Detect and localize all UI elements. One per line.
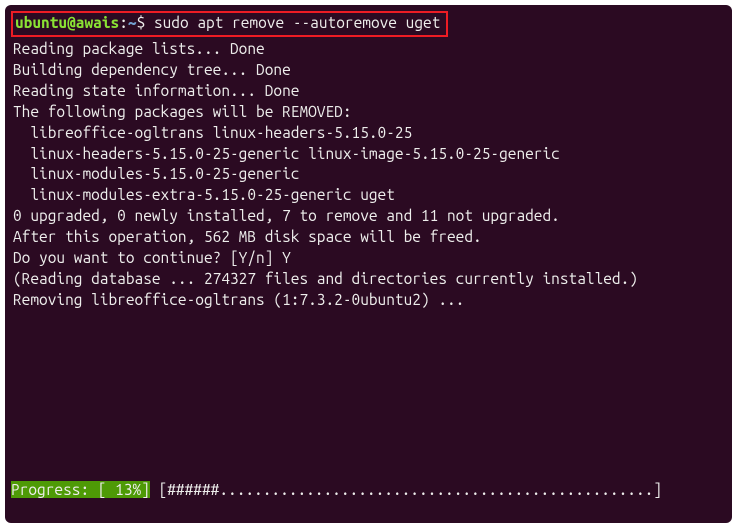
prompt-colon: : bbox=[119, 14, 128, 31]
prompt-symbol: $ bbox=[137, 14, 154, 31]
command-text: sudo apt remove --autoremove uget bbox=[154, 14, 440, 31]
prompt-line-highlighted: ubuntu@awais:~$ sudo apt remove --autore… bbox=[11, 11, 448, 37]
terminal-window: ubuntu@awais:~$ sudo apt remove --autore… bbox=[0, 0, 737, 528]
output-line: libreoffice-ogltrans linux-headers-5.15.… bbox=[11, 123, 726, 144]
terminal-pane[interactable]: ubuntu@awais:~$ sudo apt remove --autore… bbox=[5, 5, 732, 523]
prompt-at: @ bbox=[67, 14, 76, 31]
progress-percent: [ 13%] bbox=[89, 481, 150, 498]
progress-line: Progress: [ 13%] [######................… bbox=[11, 480, 726, 501]
output-line: Reading state information... Done bbox=[11, 81, 726, 102]
output-line: linux-modules-extra-5.15.0-25-generic ug… bbox=[11, 185, 726, 206]
progress-bar: [######.................................… bbox=[150, 481, 671, 498]
output-line: The following packages will be REMOVED: bbox=[11, 102, 726, 123]
progress-label: Progress: bbox=[11, 481, 89, 498]
output-line: linux-headers-5.15.0-25-generic linux-im… bbox=[11, 144, 726, 165]
output-line: Reading package lists... Done bbox=[11, 39, 726, 60]
output-line: linux-modules-5.15.0-25-generic bbox=[11, 164, 726, 185]
output-line: 0 upgraded, 0 newly installed, 7 to remo… bbox=[11, 206, 726, 227]
prompt-path: ~ bbox=[128, 14, 137, 31]
output-line: After this operation, 562 MB disk space … bbox=[11, 227, 726, 248]
output-line: Building dependency tree... Done bbox=[11, 60, 726, 81]
prompt-user: ubuntu bbox=[15, 14, 67, 31]
output-line: (Reading database ... 274327 files and d… bbox=[11, 269, 726, 290]
output-line: Do you want to continue? [Y/n] Y bbox=[11, 248, 726, 269]
output-line: Removing libreoffice-ogltrans (1:7.3.2-0… bbox=[11, 290, 726, 311]
progress-bar-area: Progress: [ 13%] [######................… bbox=[11, 480, 726, 501]
prompt-host: awais bbox=[76, 14, 119, 31]
